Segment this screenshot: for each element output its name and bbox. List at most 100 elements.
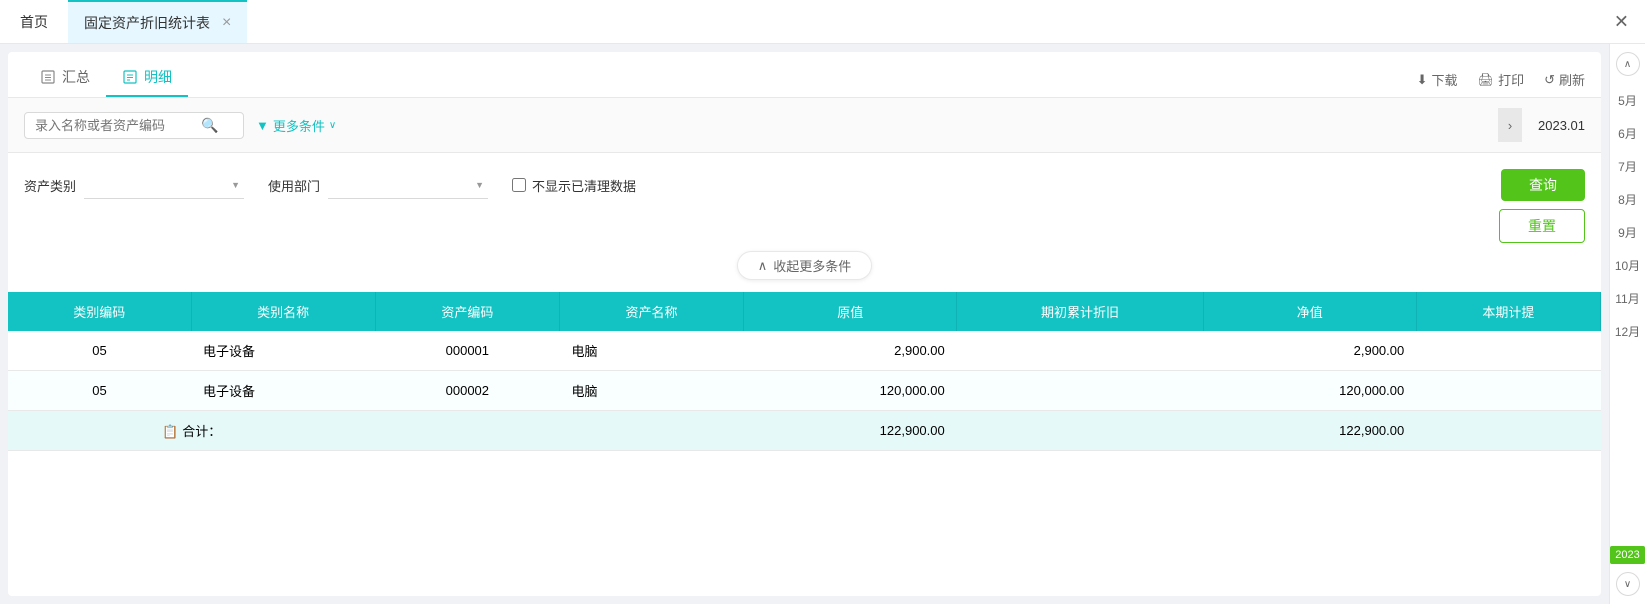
search-input-wrap[interactable]: 🔍 (24, 112, 244, 139)
no-cleared-label: 不显示已清理数据 (532, 176, 636, 195)
tab-summary[interactable]: 汇总 (24, 67, 106, 97)
summary-label: 📋合计： (8, 411, 375, 451)
cell-category-name: 电子设备 (191, 371, 375, 411)
nav-home[interactable]: 首页 (0, 0, 68, 43)
year-badge[interactable]: 2023 (1610, 546, 1644, 564)
summary-net-value: 122,900.00 (1203, 411, 1416, 451)
table-summary-row: 📋合计： 122,900.00 122,900.00 (8, 411, 1601, 451)
refresh-button[interactable]: ↺ 刷新 (1544, 70, 1585, 89)
window-close-button[interactable]: ✕ (1614, 11, 1629, 32)
top-nav: 首页 固定资产折旧统计表 × ✕ (0, 0, 1645, 44)
cell-current-depreciation (1416, 371, 1600, 411)
print-label: 打印 (1498, 70, 1524, 89)
department-label: 使用部门 (268, 176, 320, 195)
department-select-wrap[interactable] (328, 171, 488, 199)
th-asset-name: 资产名称 (559, 292, 743, 331)
th-asset-code: 资产编码 (375, 292, 559, 331)
reset-button[interactable]: 重置 (1499, 209, 1585, 243)
tab-detail-label: 明细 (144, 67, 172, 87)
print-icon: 🖨 (1478, 72, 1495, 88)
asset-type-select[interactable] (84, 171, 244, 199)
download-icon: ⬇ (1417, 72, 1428, 88)
download-label: 下载 (1432, 70, 1458, 89)
refresh-icon: ↺ (1544, 72, 1555, 88)
sidebar-month-11[interactable]: 11月 (1610, 282, 1645, 315)
nav-tab-fixed-assets[interactable]: 固定资产折旧统计表 × (68, 0, 247, 43)
sidebar-month-6[interactable]: 6月 (1610, 117, 1645, 150)
tab-detail[interactable]: 明细 (106, 67, 188, 97)
cell-asset-name: 电脑 (559, 331, 743, 371)
cell-category-code: 05 (8, 331, 191, 371)
sidebar-up-button[interactable]: ∧ (1616, 52, 1640, 76)
table-row: 05 电子设备 000001 电脑 2,900.00 2,900.00 (8, 331, 1601, 371)
sidebar-month-7[interactable]: 7月 (1610, 150, 1645, 183)
table-wrapper: 类别编码 类别名称 资产编码 资产名称 原值 期初累计折旧 净值 本期计提 05… (8, 292, 1601, 596)
cell-current-depreciation (1416, 331, 1600, 371)
tab-summary-label: 汇总 (62, 67, 90, 87)
table-row: 05 电子设备 000002 电脑 120,000.00 120,000.00 (8, 371, 1601, 411)
more-conditions-label: 更多条件 (273, 116, 325, 135)
summary-accumulated-depreciation (957, 411, 1203, 451)
collapse-label: 收起更多条件 (773, 256, 851, 275)
filter-icon: ▼ (256, 118, 269, 133)
sidebar-down-button[interactable]: ∨ (1616, 572, 1640, 596)
search-bar: 🔍 ▼ 更多条件 ∨ › 2023.01 (8, 98, 1601, 153)
asset-type-select-wrap[interactable] (84, 171, 244, 199)
summary-asset-code (375, 411, 559, 451)
period-display: 2023.01 (1538, 118, 1585, 133)
summary-tab-icon (40, 69, 56, 85)
summary-icon: 📋 (162, 424, 178, 439)
cell-category-name: 电子设备 (191, 331, 375, 371)
asset-type-label: 资产类别 (24, 176, 76, 195)
detail-tab-icon (122, 69, 138, 85)
table-header-row: 类别编码 类别名称 资产编码 资产名称 原值 期初累计折旧 净值 本期计提 (8, 292, 1601, 331)
th-category-name: 类别名称 (191, 292, 375, 331)
filter-area: 资产类别 使用部门 (8, 153, 1601, 292)
action-buttons: 查询 (1501, 169, 1585, 201)
no-cleared-checkbox[interactable] (512, 178, 526, 192)
sidebar-month-8[interactable]: 8月 (1610, 183, 1645, 216)
search-input[interactable] (35, 118, 195, 133)
cell-asset-name: 电脑 (559, 371, 743, 411)
summary-original-value: 122,900.00 (744, 411, 957, 451)
th-current-depreciation: 本期计提 (1416, 292, 1600, 331)
cell-original-value: 120,000.00 (744, 371, 957, 411)
sub-tabs-bar: 汇总 明细 ⬇ 下载 (8, 52, 1601, 98)
refresh-label: 刷新 (1559, 70, 1585, 89)
more-conditions-button[interactable]: ▼ 更多条件 ∨ (256, 116, 336, 135)
sidebar-month-10[interactable]: 10月 (1610, 249, 1645, 282)
collapse-button[interactable]: ∧ 收起更多条件 (737, 251, 873, 280)
period-nav-arrow[interactable]: › (1498, 108, 1522, 142)
th-net-value: 净值 (1203, 292, 1416, 331)
query-button[interactable]: 查询 (1501, 169, 1585, 201)
arrow-right-icon: › (1508, 118, 1512, 133)
filter-row: 资产类别 使用部门 (24, 169, 1585, 201)
sidebar-month-9[interactable]: 9月 (1610, 216, 1645, 249)
th-accumulated-depreciation: 期初累计折旧 (957, 292, 1203, 331)
cell-asset-code: 000001 (375, 331, 559, 371)
cell-asset-code: 000002 (375, 371, 559, 411)
cell-original-value: 2,900.00 (744, 331, 957, 371)
no-cleared-checkbox-item[interactable]: 不显示已清理数据 (512, 176, 636, 195)
th-category-code: 类别编码 (8, 292, 191, 331)
cell-net-value: 120,000.00 (1203, 371, 1416, 411)
cell-net-value: 2,900.00 (1203, 331, 1416, 371)
content-wrapper: 汇总 明细 ⬇ 下载 (8, 52, 1601, 596)
cell-accumulated-depreciation (957, 371, 1203, 411)
chevron-up-icon: ∧ (758, 258, 768, 274)
department-select[interactable] (328, 171, 488, 199)
collapse-bar: ∧ 收起更多条件 (24, 243, 1585, 292)
chevron-down-icon: ∨ (329, 120, 336, 131)
print-button[interactable]: 🖨 打印 (1478, 70, 1525, 89)
th-original-value: 原值 (744, 292, 957, 331)
right-sidebar: ∧ 5月 6月 7月 8月 9月 10月 11月 12月 2023 ∨ (1609, 44, 1645, 604)
sidebar-month-5[interactable]: 5月 (1610, 84, 1645, 117)
sidebar-month-12[interactable]: 12月 (1610, 315, 1645, 348)
cell-category-code: 05 (8, 371, 191, 411)
main-table: 类别编码 类别名称 资产编码 资产名称 原值 期初累计折旧 净值 本期计提 05… (8, 292, 1601, 451)
download-button[interactable]: ⬇ 下载 (1417, 70, 1458, 89)
summary-current-depreciation (1416, 411, 1600, 451)
cell-accumulated-depreciation (957, 331, 1203, 371)
search-icon: 🔍 (201, 117, 218, 134)
nav-tab-close-icon[interactable]: × (222, 14, 231, 32)
